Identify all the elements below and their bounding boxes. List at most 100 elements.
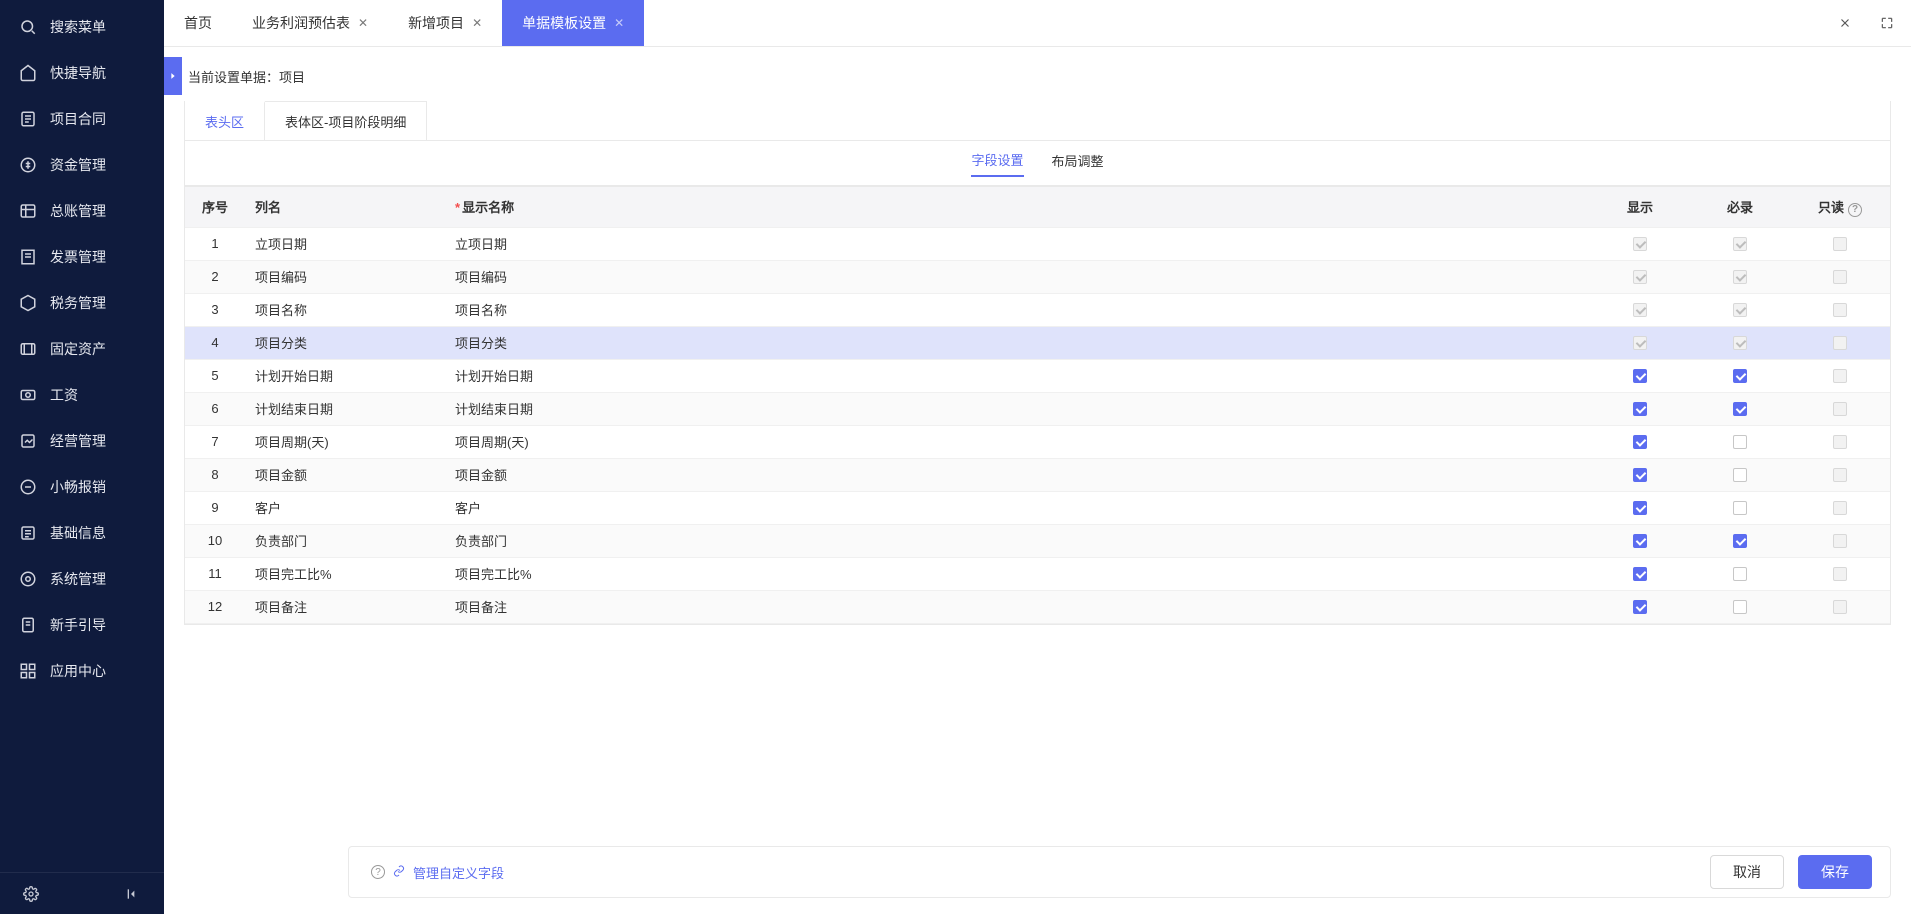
- readonly-checkbox: [1833, 303, 1847, 317]
- asset-icon: [18, 339, 38, 359]
- required-checkbox: [1733, 270, 1747, 284]
- collapse-icon[interactable]: [124, 885, 142, 903]
- sidebar-item-invoice[interactable]: 发票管理: [0, 234, 164, 280]
- reimburse-icon: [18, 477, 38, 497]
- required-checkbox[interactable]: [1733, 402, 1747, 416]
- panel-tab[interactable]: 表头区: [185, 101, 265, 140]
- cell-display[interactable]: 计划开始日期: [445, 359, 1590, 392]
- table-row[interactable]: 11项目完工比%项目完工比%: [185, 557, 1890, 590]
- sidebar-item-search[interactable]: 搜索菜单: [0, 4, 164, 50]
- help-icon[interactable]: ?: [1848, 203, 1862, 217]
- cell-seq: 5: [185, 359, 245, 392]
- cell-display[interactable]: 项目分类: [445, 326, 1590, 359]
- panel-tab[interactable]: 表体区-项目阶段明细: [265, 101, 427, 140]
- table-row[interactable]: 10负责部门负责部门: [185, 524, 1890, 557]
- sidebar-item-business[interactable]: 经营管理: [0, 418, 164, 464]
- cell-display[interactable]: 项目完工比%: [445, 557, 1590, 590]
- readonly-checkbox: [1833, 402, 1847, 416]
- table-row[interactable]: 2项目编码项目编码: [185, 260, 1890, 293]
- show-checkbox[interactable]: [1633, 402, 1647, 416]
- table-row[interactable]: 5计划开始日期计划开始日期: [185, 359, 1890, 392]
- cell-seq: 11: [185, 557, 245, 590]
- required-checkbox[interactable]: [1733, 435, 1747, 449]
- table-row[interactable]: 3项目名称项目名称: [185, 293, 1890, 326]
- cancel-button[interactable]: 取消: [1710, 855, 1784, 889]
- cell-colname: 计划结束日期: [245, 392, 445, 425]
- close-icon[interactable]: ✕: [614, 16, 624, 30]
- required-checkbox[interactable]: [1733, 369, 1747, 383]
- close-icon[interactable]: ✕: [358, 16, 368, 30]
- sidebar-item-asset[interactable]: 固定资产: [0, 326, 164, 372]
- cell-seq: 2: [185, 260, 245, 293]
- sidebar-item-label: 固定资产: [50, 339, 106, 359]
- sub-tab[interactable]: 字段设置: [971, 150, 1023, 177]
- sidebar: 搜索菜单快捷导航项目合同资金管理总账管理发票管理税务管理固定资产工资经营管理小畅…: [0, 0, 164, 914]
- table-row[interactable]: 1立项日期立项日期: [185, 227, 1890, 260]
- show-checkbox[interactable]: [1633, 567, 1647, 581]
- table-row[interactable]: 6计划结束日期计划结束日期: [185, 392, 1890, 425]
- show-checkbox[interactable]: [1633, 369, 1647, 383]
- page-tab[interactable]: 单据模板设置✕: [502, 0, 644, 46]
- table-row[interactable]: 7项目周期(天)项目周期(天): [185, 425, 1890, 458]
- sidebar-item-ledger[interactable]: 总账管理: [0, 188, 164, 234]
- gear-icon[interactable]: [22, 885, 40, 903]
- table-row[interactable]: 12项目备注项目备注: [185, 590, 1890, 623]
- save-button[interactable]: 保存: [1798, 855, 1872, 889]
- page-tab[interactable]: 业务利润预估表✕: [232, 0, 388, 46]
- sidebar-item-guide[interactable]: 新手引导: [0, 602, 164, 648]
- sidebar-item-info[interactable]: 基础信息: [0, 510, 164, 556]
- sub-tab[interactable]: 布局调整: [1052, 151, 1104, 176]
- sidebar-item-label: 快捷导航: [50, 63, 106, 83]
- page-tab[interactable]: 首页: [164, 0, 232, 46]
- cell-display[interactable]: 计划结束日期: [445, 392, 1590, 425]
- show-checkbox[interactable]: [1633, 534, 1647, 548]
- cell-display[interactable]: 项目备注: [445, 590, 1590, 623]
- fullscreen-icon[interactable]: [1873, 9, 1901, 37]
- show-checkbox[interactable]: [1633, 501, 1647, 515]
- table-row[interactable]: 4项目分类项目分类: [185, 326, 1890, 359]
- tax-icon: [18, 293, 38, 313]
- sidebar-item-home[interactable]: 快捷导航: [0, 50, 164, 96]
- sidebar-item-salary[interactable]: 工资: [0, 372, 164, 418]
- required-checkbox[interactable]: [1733, 501, 1747, 515]
- cell-display[interactable]: 项目金额: [445, 458, 1590, 491]
- sidebar-item-label: 基础信息: [50, 523, 106, 543]
- cell-display[interactable]: 客户: [445, 491, 1590, 524]
- table-row[interactable]: 8项目金额项目金额: [185, 458, 1890, 491]
- show-checkbox[interactable]: [1633, 435, 1647, 449]
- sidebar-item-money[interactable]: 资金管理: [0, 142, 164, 188]
- sidebar-item-label: 发票管理: [50, 247, 106, 267]
- cell-display[interactable]: 项目名称: [445, 293, 1590, 326]
- close-all-icon[interactable]: [1831, 9, 1859, 37]
- salary-icon: [18, 385, 38, 405]
- home-icon: [18, 63, 38, 83]
- help-icon[interactable]: ?: [371, 865, 385, 879]
- required-checkbox[interactable]: [1733, 567, 1747, 581]
- th-show: 显示: [1590, 187, 1690, 227]
- close-icon[interactable]: ✕: [472, 16, 482, 30]
- show-checkbox[interactable]: [1633, 600, 1647, 614]
- required-checkbox[interactable]: [1733, 600, 1747, 614]
- cell-display[interactable]: 立项日期: [445, 227, 1590, 260]
- money-icon: [18, 155, 38, 175]
- page-tab[interactable]: 新增项目✕: [388, 0, 502, 46]
- sidebar-item-reimburse[interactable]: 小畅报销: [0, 464, 164, 510]
- show-checkbox[interactable]: [1633, 468, 1647, 482]
- cell-seq: 8: [185, 458, 245, 491]
- show-checkbox: [1633, 237, 1647, 251]
- required-checkbox: [1733, 336, 1747, 350]
- table-row[interactable]: 9客户客户: [185, 491, 1890, 524]
- required-checkbox[interactable]: [1733, 534, 1747, 548]
- required-checkbox[interactable]: [1733, 468, 1747, 482]
- cell-display[interactable]: 项目周期(天): [445, 425, 1590, 458]
- th-display: *显示名称: [445, 187, 1590, 227]
- business-icon: [18, 431, 38, 451]
- sidebar-item-contract[interactable]: 项目合同: [0, 96, 164, 142]
- sidebar-item-apps[interactable]: 应用中心: [0, 648, 164, 694]
- cell-display[interactable]: 项目编码: [445, 260, 1590, 293]
- info-handle[interactable]: [164, 57, 182, 95]
- cell-display[interactable]: 负责部门: [445, 524, 1590, 557]
- sidebar-item-tax[interactable]: 税务管理: [0, 280, 164, 326]
- custom-fields-link[interactable]: 管理自定义字段: [413, 863, 504, 882]
- sidebar-item-system[interactable]: 系统管理: [0, 556, 164, 602]
